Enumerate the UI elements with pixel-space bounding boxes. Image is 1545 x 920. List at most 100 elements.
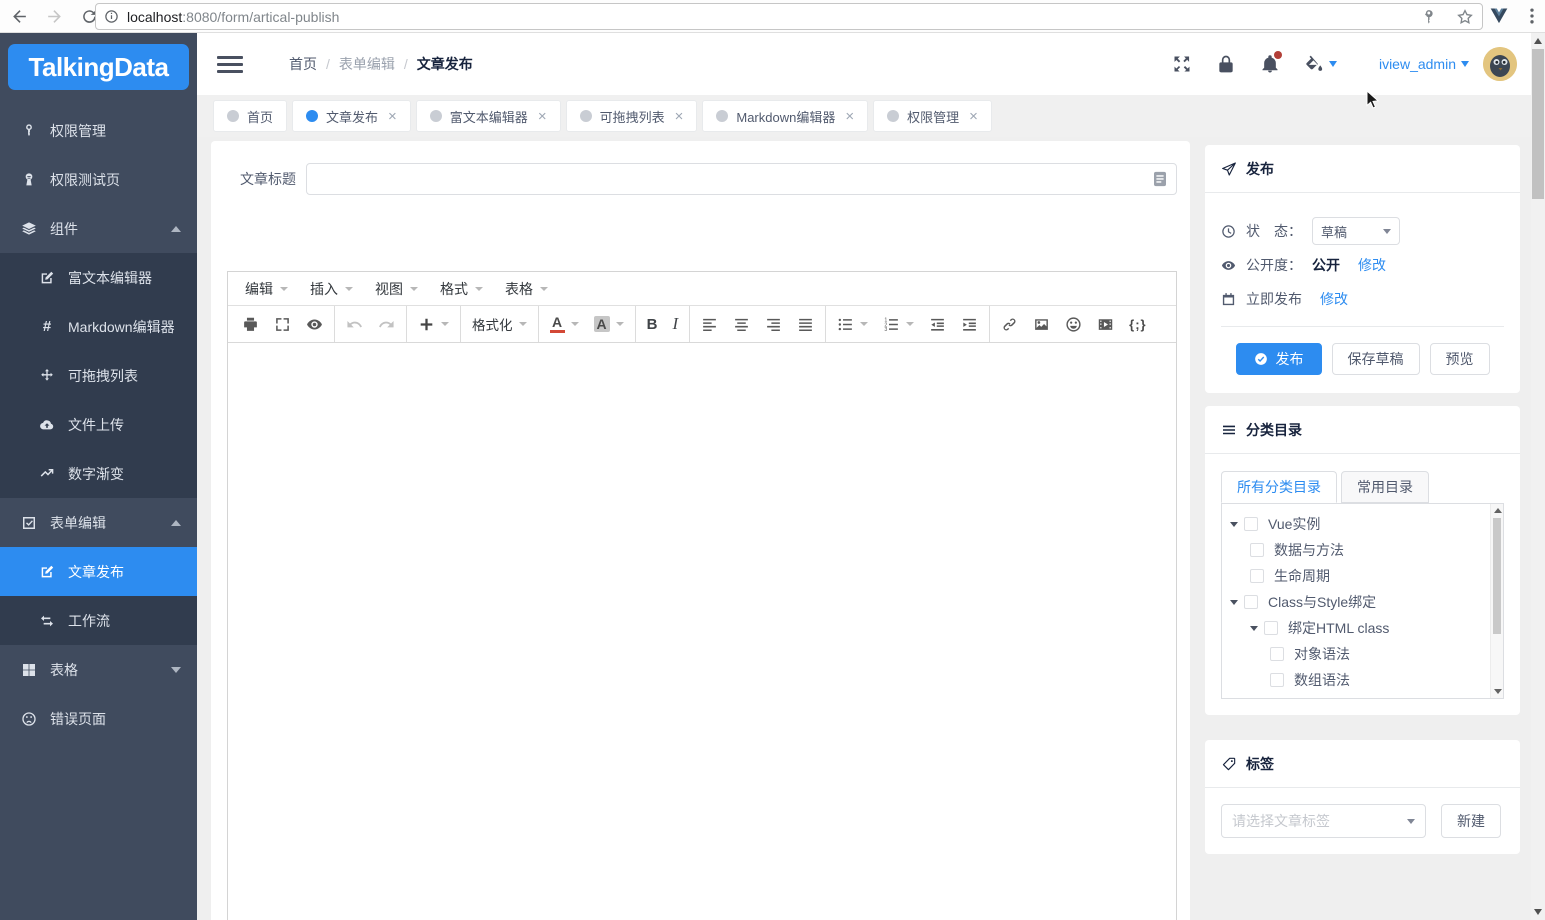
chevron-up-icon[interactable] — [171, 519, 181, 526]
tree-scrollbar[interactable] — [1490, 504, 1503, 698]
formats-dropdown[interactable]: 格式化 — [472, 314, 527, 334]
tree-node-object-syntax[interactable]: 对象语法 — [1222, 641, 1489, 667]
close-icon[interactable]: × — [845, 109, 854, 124]
schedule-modify-link[interactable]: 修改 — [1320, 289, 1348, 309]
align-center-icon[interactable] — [733, 316, 750, 333]
scrollbar-thumb[interactable] — [1493, 518, 1501, 634]
tree-expand-icon[interactable] — [1230, 599, 1238, 605]
close-icon[interactable]: × — [969, 109, 978, 124]
page-info-icon[interactable] — [104, 9, 119, 24]
tab-richtext[interactable]: 富文本编辑器 × — [415, 100, 561, 132]
tab-home[interactable]: 首页 — [213, 100, 288, 132]
sidebar-item-tables[interactable]: 表格 — [0, 645, 197, 694]
preview-eye-icon[interactable] — [306, 316, 323, 333]
article-title-input[interactable] — [306, 163, 1177, 195]
sidebar-item-workflow[interactable]: 工作流 — [0, 596, 197, 645]
sidebar-item-permission-test[interactable]: 权限测试页 — [0, 155, 197, 204]
browser-forward-icon[interactable] — [45, 7, 64, 26]
tree-checkbox[interactable] — [1270, 647, 1284, 661]
vue-devtools-icon[interactable] — [1489, 6, 1509, 26]
tree-node-vue-instance[interactable]: Vue实例 — [1222, 511, 1489, 537]
print-icon[interactable] — [242, 316, 259, 333]
theme-fill-icon[interactable] — [1304, 54, 1337, 74]
align-left-icon[interactable] — [701, 316, 718, 333]
menu-insert[interactable]: 插入 — [299, 272, 364, 305]
sidebar-item-components[interactable]: 组件 — [0, 204, 197, 253]
tag-select[interactable]: 请选择文章标签 — [1221, 804, 1426, 838]
editor-content-area[interactable] — [228, 343, 1176, 920]
tree-checkbox[interactable] — [1244, 595, 1258, 609]
preview-button[interactable]: 预览 — [1429, 343, 1490, 375]
fullscreen-icon[interactable] — [274, 316, 291, 333]
link-icon[interactable] — [1001, 316, 1018, 333]
address-bar[interactable]: localhost:8080/form/artical-publish — [95, 3, 1483, 30]
breadcrumb-home[interactable]: 首页 — [289, 54, 317, 74]
background-color-icon[interactable]: A — [593, 316, 624, 332]
bell-icon[interactable] — [1260, 51, 1282, 74]
bullet-list-icon[interactable] — [837, 316, 869, 333]
insert-plus-icon[interactable] — [418, 316, 449, 333]
sidebar-item-file-upload[interactable]: 文件上传 — [0, 400, 197, 449]
page-scrollbar[interactable] — [1531, 33, 1545, 920]
numbered-list-icon[interactable]: 123 — [883, 316, 915, 333]
tree-node-class-style[interactable]: Class与Style绑定 — [1222, 589, 1489, 615]
emoticons-icon[interactable] — [1065, 316, 1082, 333]
bookmark-star-icon[interactable] — [1456, 8, 1474, 26]
sidebar-item-error-pages[interactable]: 错误页面 — [0, 694, 197, 743]
media-icon[interactable] — [1097, 316, 1114, 333]
password-key-icon[interactable] — [1421, 8, 1438, 25]
chevron-down-icon[interactable] — [171, 666, 181, 673]
outdent-icon[interactable] — [929, 316, 946, 333]
tree-expand-icon[interactable] — [1250, 625, 1258, 631]
sidebar-toggle-button[interactable] — [217, 52, 243, 77]
menu-kebab-icon[interactable] — [1522, 6, 1542, 26]
scrollbar-thumb[interactable] — [1532, 49, 1544, 199]
tree-checkbox[interactable] — [1250, 569, 1264, 583]
close-icon[interactable]: × — [388, 109, 397, 124]
redo-icon[interactable] — [378, 316, 395, 333]
menu-edit[interactable]: 编辑 — [234, 272, 299, 305]
sidebar-item-count-to[interactable]: 数字渐变 — [0, 449, 197, 498]
tab-common-categories[interactable]: 常用目录 — [1341, 471, 1429, 503]
tree-node-bind-html-class[interactable]: 绑定HTML class — [1222, 615, 1489, 641]
browser-back-icon[interactable] — [10, 7, 29, 26]
visibility-modify-link[interactable]: 修改 — [1358, 255, 1386, 275]
tree-node-array-syntax[interactable]: 数组语法 — [1222, 667, 1489, 693]
image-icon[interactable] — [1033, 316, 1050, 333]
lock-icon[interactable] — [1216, 54, 1236, 74]
sidebar-item-markdown[interactable]: # Markdown编辑器 — [0, 302, 197, 351]
undo-icon[interactable] — [346, 316, 363, 333]
italic-icon[interactable]: I — [672, 314, 678, 334]
tree-checkbox[interactable] — [1270, 673, 1284, 687]
chevron-up-icon[interactable] — [171, 225, 181, 232]
tab-all-categories[interactable]: 所有分类目录 — [1221, 471, 1337, 503]
close-icon[interactable]: × — [675, 109, 684, 124]
fullscreen-icon[interactable] — [1172, 54, 1192, 74]
sidebar-item-form-edit[interactable]: 表单编辑 — [0, 498, 197, 547]
tab-permission[interactable]: 权限管理 × — [873, 100, 992, 132]
menu-table[interactable]: 表格 — [494, 272, 559, 305]
tree-expand-icon[interactable] — [1230, 521, 1238, 527]
sidebar-item-permission[interactable]: 权限管理 — [0, 106, 197, 155]
app-logo[interactable]: TalkingData — [8, 44, 189, 90]
tree-checkbox[interactable] — [1264, 621, 1278, 635]
scroll-up-icon[interactable] — [1534, 38, 1542, 44]
menu-view[interactable]: 视图 — [364, 272, 429, 305]
tree-node-lifecycle[interactable]: 生命周期 — [1222, 563, 1489, 589]
scroll-down-icon[interactable] — [1493, 689, 1502, 694]
publish-button[interactable]: 发布 — [1235, 343, 1322, 375]
scroll-up-icon[interactable] — [1493, 508, 1502, 513]
bold-icon[interactable]: B — [647, 316, 658, 333]
code-sample-icon[interactable]: {;} — [1129, 317, 1146, 332]
status-select[interactable]: 草稿 — [1312, 217, 1400, 245]
breadcrumb-form-edit[interactable]: 表单编辑 — [339, 54, 395, 74]
new-tag-button[interactable]: 新建 — [1441, 804, 1501, 838]
indent-icon[interactable] — [961, 316, 978, 333]
tree-checkbox[interactable] — [1250, 543, 1264, 557]
sidebar-item-draggable-list[interactable]: 可拖拽列表 — [0, 351, 197, 400]
user-menu[interactable]: iview_admin — [1379, 56, 1469, 72]
list-icon[interactable] — [1151, 170, 1169, 188]
tab-article-publish[interactable]: 文章发布 × — [292, 100, 411, 132]
scroll-down-icon[interactable] — [1534, 909, 1542, 915]
tab-draggable-list[interactable]: 可拖拽列表 × — [565, 100, 698, 132]
